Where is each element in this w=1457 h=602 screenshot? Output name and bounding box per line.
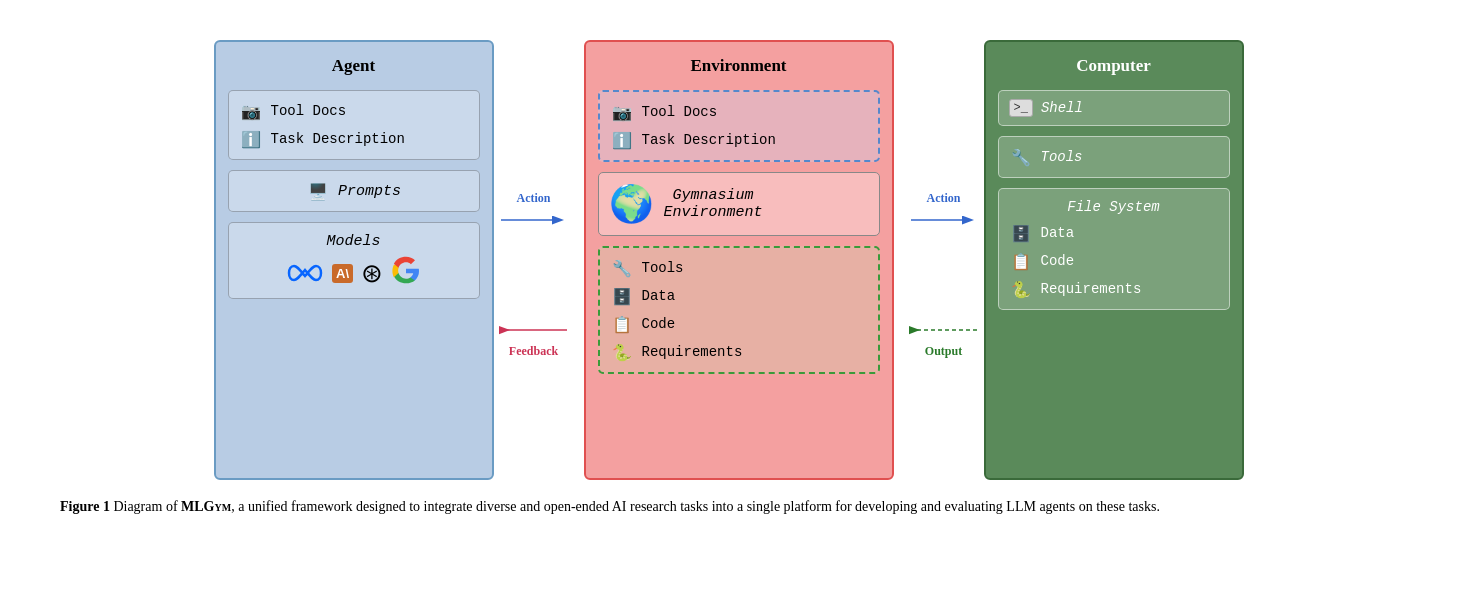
- google-logo: [391, 256, 421, 290]
- env-tool-docs-icon: 📷: [610, 100, 634, 124]
- mlgym-name: MLGym: [181, 499, 231, 514]
- prompts-icon: 🖥️: [306, 179, 330, 203]
- left-arrows: Action Feedback: [494, 191, 574, 359]
- right-arrows: Action Output: [904, 191, 984, 359]
- shell-label: Shell: [1041, 100, 1083, 116]
- figure-label: Figure 1: [60, 499, 110, 514]
- tool-docs-icon: 📷: [239, 99, 263, 123]
- comp-code-row: 📋 Code: [1009, 249, 1219, 273]
- diagram-area: Agent 📷 Tool Docs ℹ️ Task Description 🖥️…: [20, 20, 1437, 500]
- env-req-label: Requirements: [642, 344, 743, 360]
- models-logos-row: A\ ⊛: [239, 256, 469, 290]
- env-data-label: Data: [642, 288, 676, 304]
- agent-tool-docs-row: 📷 Tool Docs: [239, 99, 469, 123]
- agent-box: Agent 📷 Tool Docs ℹ️ Task Description 🖥️…: [214, 40, 494, 480]
- env-req-icon: 🐍: [610, 340, 634, 364]
- comp-tools-icon: 🔧: [1009, 145, 1033, 169]
- env-req-row: 🐍 Requirements: [610, 340, 868, 364]
- env-tool-docs-row: 📷 Tool Docs: [610, 100, 868, 124]
- agent-tool-docs-label: Tool Docs: [271, 103, 347, 119]
- models-label: Models: [326, 233, 380, 250]
- fs-title: File System: [1067, 199, 1159, 215]
- env-tools-panel: 🔧 Tools 🗄️ Data 📋 Code 🐍 Requirements: [598, 246, 880, 374]
- computer-box: Computer >_ Shell 🔧 Tools File System 🗄️…: [984, 40, 1244, 480]
- action-arrow-left: Action: [499, 191, 569, 230]
- environment-box: Environment 📷 Tool Docs ℹ️ Task Descript…: [584, 40, 894, 480]
- comp-req-label: Requirements: [1041, 281, 1142, 297]
- openai-logo: ⊛: [361, 258, 383, 289]
- agent-models-panel: Models A\ ⊛: [228, 222, 480, 299]
- output-label: Output: [925, 344, 962, 359]
- computer-shell-panel: >_ Shell: [998, 90, 1230, 126]
- computer-title: Computer: [1076, 56, 1151, 76]
- env-gym-panel: 🌍 Gymnasium Environment: [598, 172, 880, 236]
- comp-tools-label: Tools: [1041, 149, 1083, 165]
- agent-title: Agent: [332, 56, 375, 76]
- comp-req-icon: 🐍: [1009, 277, 1033, 301]
- comp-code-icon: 📋: [1009, 249, 1033, 273]
- env-tools-icon: 🔧: [610, 256, 634, 280]
- agent-task-desc-row: ℹ️ Task Description: [239, 127, 469, 151]
- anthropic-logo: A\: [332, 264, 353, 283]
- task-desc-icon: ℹ️: [239, 127, 263, 151]
- env-data-icon: 🗄️: [610, 284, 634, 308]
- comp-code-label: Code: [1041, 253, 1075, 269]
- env-title: Environment: [690, 56, 786, 76]
- output-arrow: Output: [909, 320, 979, 359]
- env-task-desc-row: ℹ️ Task Description: [610, 128, 868, 152]
- agent-info-panel: 📷 Tool Docs ℹ️ Task Description: [228, 90, 480, 160]
- env-tool-docs-label: Tool Docs: [642, 104, 718, 120]
- computer-tools-panel: 🔧 Tools: [998, 136, 1230, 178]
- env-data-row: 🗄️ Data: [610, 284, 868, 308]
- comp-data-row: 🗄️ Data: [1009, 221, 1219, 245]
- computer-fs-panel: File System 🗄️ Data 📋 Code 🐍 Requirement…: [998, 188, 1230, 310]
- meta-logo: [286, 262, 324, 284]
- env-info-panel: 📷 Tool Docs ℹ️ Task Description: [598, 90, 880, 162]
- comp-data-icon: 🗄️: [1009, 221, 1033, 245]
- prompts-label: Prompts: [338, 183, 401, 200]
- env-code-row: 📋 Code: [610, 312, 868, 336]
- action-arrow-right: Action: [909, 191, 979, 230]
- action-label-right: Action: [927, 191, 961, 206]
- env-task-desc-icon: ℹ️: [610, 128, 634, 152]
- comp-data-label: Data: [1041, 225, 1075, 241]
- shell-terminal-icon: >_: [1009, 99, 1033, 117]
- action-label-left: Action: [517, 191, 551, 206]
- gym-globe-icon: 🌍: [609, 183, 654, 225]
- feedback-arrow: Feedback: [499, 320, 569, 359]
- env-task-desc-label: Task Description: [642, 132, 776, 148]
- gym-label2: Environment: [664, 204, 763, 221]
- comp-req-row: 🐍 Requirements: [1009, 277, 1219, 301]
- agent-prompts-panel: 🖥️ Prompts: [228, 170, 480, 212]
- agent-task-desc-label: Task Description: [271, 131, 405, 147]
- env-tools-row: 🔧 Tools: [610, 256, 868, 280]
- env-tools-label: Tools: [642, 260, 684, 276]
- caption-text: Diagram of MLGym, a unified framework de…: [113, 499, 1160, 514]
- gym-label1: Gymnasium: [664, 187, 763, 204]
- env-code-icon: 📋: [610, 312, 634, 336]
- feedback-label: Feedback: [509, 344, 558, 359]
- env-code-label: Code: [642, 316, 676, 332]
